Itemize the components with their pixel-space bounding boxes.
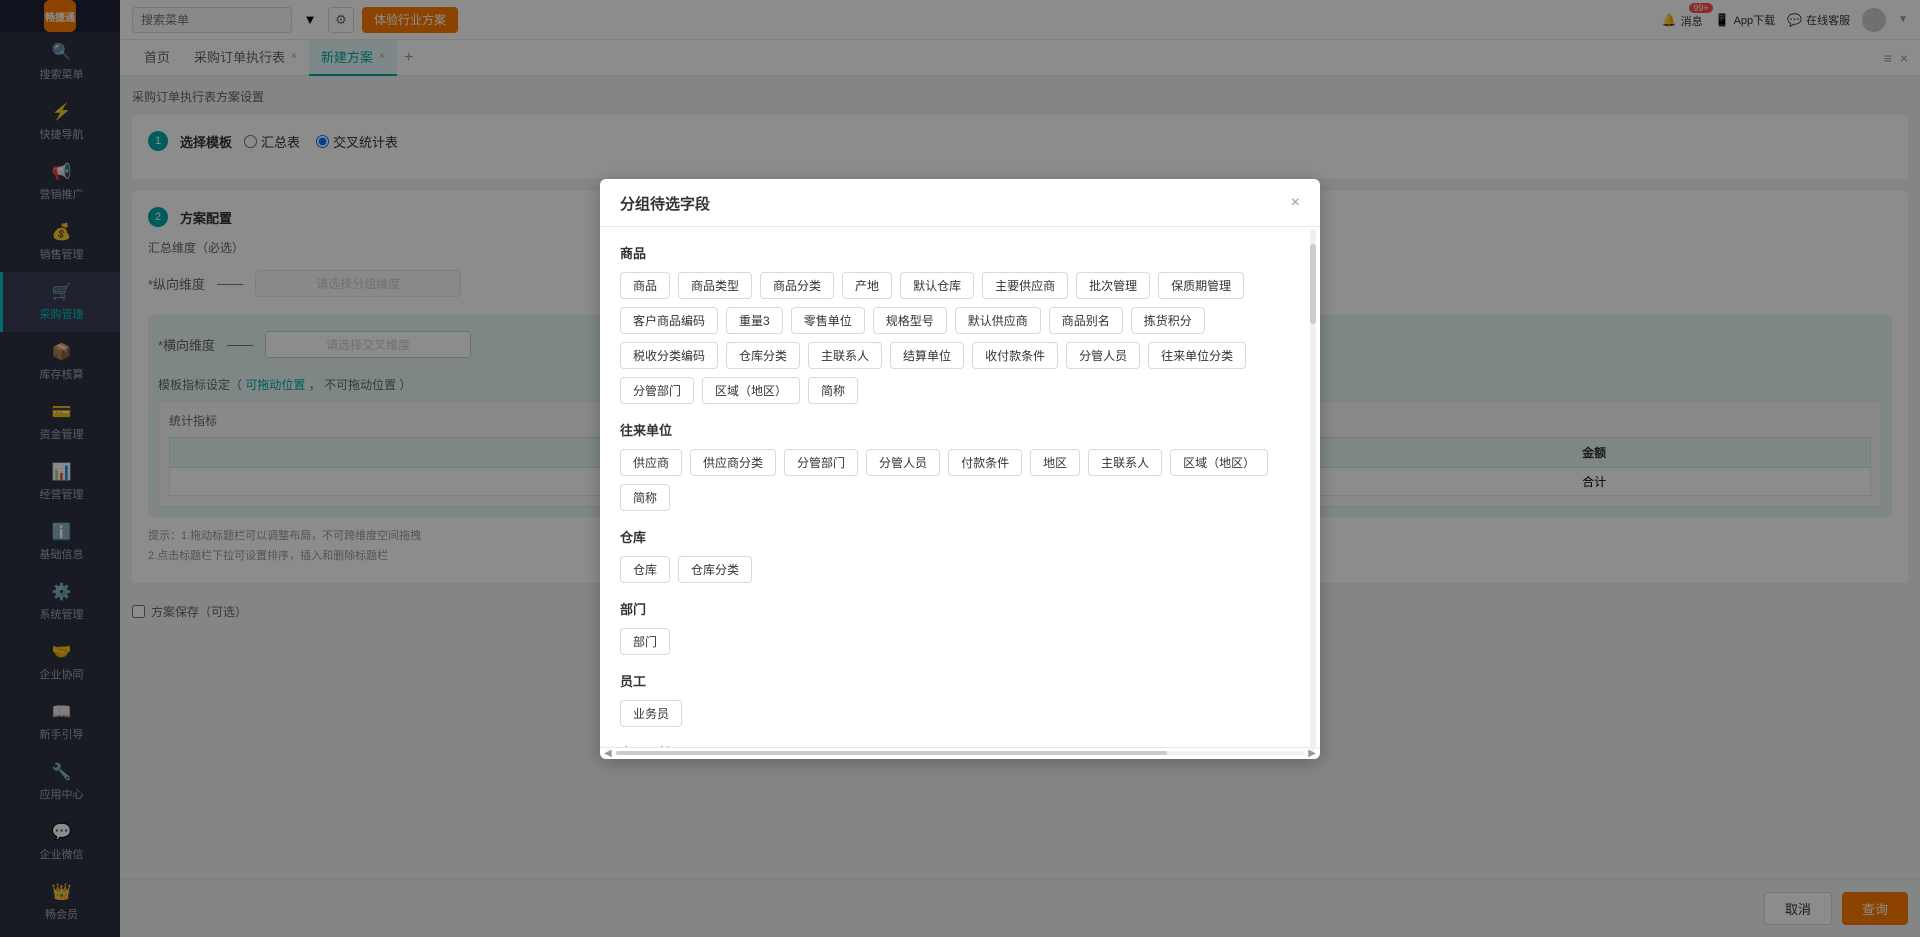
section-partner-title: 往来单位 [620, 420, 1300, 439]
section-employee-title: 员工 [620, 671, 1300, 690]
field-tag[interactable]: 拣货积分 [1131, 307, 1205, 334]
field-tag[interactable]: 分管部门 [620, 377, 694, 404]
field-tag[interactable]: 商品类型 [678, 272, 752, 299]
field-tag[interactable]: 商品别名 [1049, 307, 1123, 334]
field-tag[interactable]: 主联系人 [1088, 449, 1162, 476]
field-tag[interactable]: 分管人员 [1066, 342, 1140, 369]
field-tag[interactable]: 供应商分类 [690, 449, 776, 476]
modal-close-icon[interactable]: × [1291, 194, 1300, 212]
field-tag[interactable]: 默认仓库 [900, 272, 974, 299]
section-department-title: 部门 [620, 599, 1300, 618]
field-select-modal: 分组待选字段 × 商品 商品商品类型商品分类产地默认仓库主要供应商批次管理保质期… [600, 179, 1320, 759]
field-tag[interactable]: 主联系人 [808, 342, 882, 369]
modal-header: 分组待选字段 × [600, 179, 1320, 227]
modal-scroll-thumb[interactable] [1310, 244, 1316, 324]
field-tag[interactable]: 简称 [808, 377, 858, 404]
field-tag[interactable]: 客户商品编码 [620, 307, 718, 334]
section-warehouse-title: 仓库 [620, 527, 1300, 546]
hscroll-thumb[interactable] [616, 751, 1167, 755]
field-tag[interactable]: 供应商 [620, 449, 682, 476]
field-tag[interactable]: 区域（地区） [702, 377, 800, 404]
employee-tags: 业务员 [620, 700, 1300, 727]
field-tag[interactable]: 分管人员 [866, 449, 940, 476]
modal-hscroll: ◀ ▶ [600, 747, 1320, 759]
department-tags: 部门 [620, 628, 1300, 655]
field-tag[interactable]: 简称 [620, 484, 670, 511]
warehouse-tags: 仓库仓库分类 [620, 556, 1300, 583]
section-goods: 商品 商品商品类型商品分类产地默认仓库主要供应商批次管理保质期管理客户商品编码重… [620, 243, 1300, 404]
partner-tags: 供应商供应商分类分管部门分管人员付款条件地区主联系人区域（地区） 简称 [620, 449, 1300, 511]
field-tag[interactable]: 仓库 [620, 556, 670, 583]
field-tag[interactable]: 仓库分类 [726, 342, 800, 369]
field-tag[interactable]: 收付款条件 [972, 342, 1058, 369]
field-tag[interactable]: 重量3 [726, 307, 783, 334]
hscroll-left-icon[interactable]: ◀ [604, 748, 612, 759]
modal-body: 商品 商品商品类型商品分类产地默认仓库主要供应商批次管理保质期管理客户商品编码重… [600, 227, 1320, 747]
field-tag[interactable]: 地区 [1030, 449, 1080, 476]
section-warehouse: 仓库 仓库仓库分类 [620, 527, 1300, 583]
field-tag[interactable]: 往来单位分类 [1148, 342, 1246, 369]
section-goods-title: 商品 [620, 243, 1300, 262]
section-partner: 往来单位 供应商供应商分类分管部门分管人员付款条件地区主联系人区域（地区） 简称 [620, 420, 1300, 511]
field-tag[interactable]: 仓库分类 [678, 556, 752, 583]
goods-tags: 商品商品类型商品分类产地默认仓库主要供应商批次管理保质期管理客户商品编码重量3 零… [620, 272, 1300, 404]
field-tag[interactable]: 业务员 [620, 700, 682, 727]
section-department: 部门 部门 [620, 599, 1300, 655]
field-tag[interactable]: 产地 [842, 272, 892, 299]
field-tag[interactable]: 默认供应商 [955, 307, 1041, 334]
field-tag[interactable]: 结算单位 [890, 342, 964, 369]
field-tag[interactable]: 部门 [620, 628, 670, 655]
field-tag[interactable]: 零售单位 [791, 307, 865, 334]
section-employee: 员工 业务员 [620, 671, 1300, 727]
modal-title: 分组待选字段 [620, 193, 710, 214]
field-tag[interactable]: 付款条件 [948, 449, 1022, 476]
field-tag[interactable]: 商品 [620, 272, 670, 299]
field-tag[interactable]: 主要供应商 [982, 272, 1068, 299]
field-tag[interactable]: 分管部门 [784, 449, 858, 476]
modal-scroll-track [1310, 229, 1316, 751]
field-tag[interactable]: 商品分类 [760, 272, 834, 299]
field-tag[interactable]: 批次管理 [1076, 272, 1150, 299]
hscroll-track [616, 751, 1305, 755]
field-tag[interactable]: 保质期管理 [1158, 272, 1244, 299]
field-tag[interactable]: 规格型号 [873, 307, 947, 334]
field-tag[interactable]: 税收分类编码 [620, 342, 718, 369]
field-tag[interactable]: 区域（地区） [1170, 449, 1268, 476]
